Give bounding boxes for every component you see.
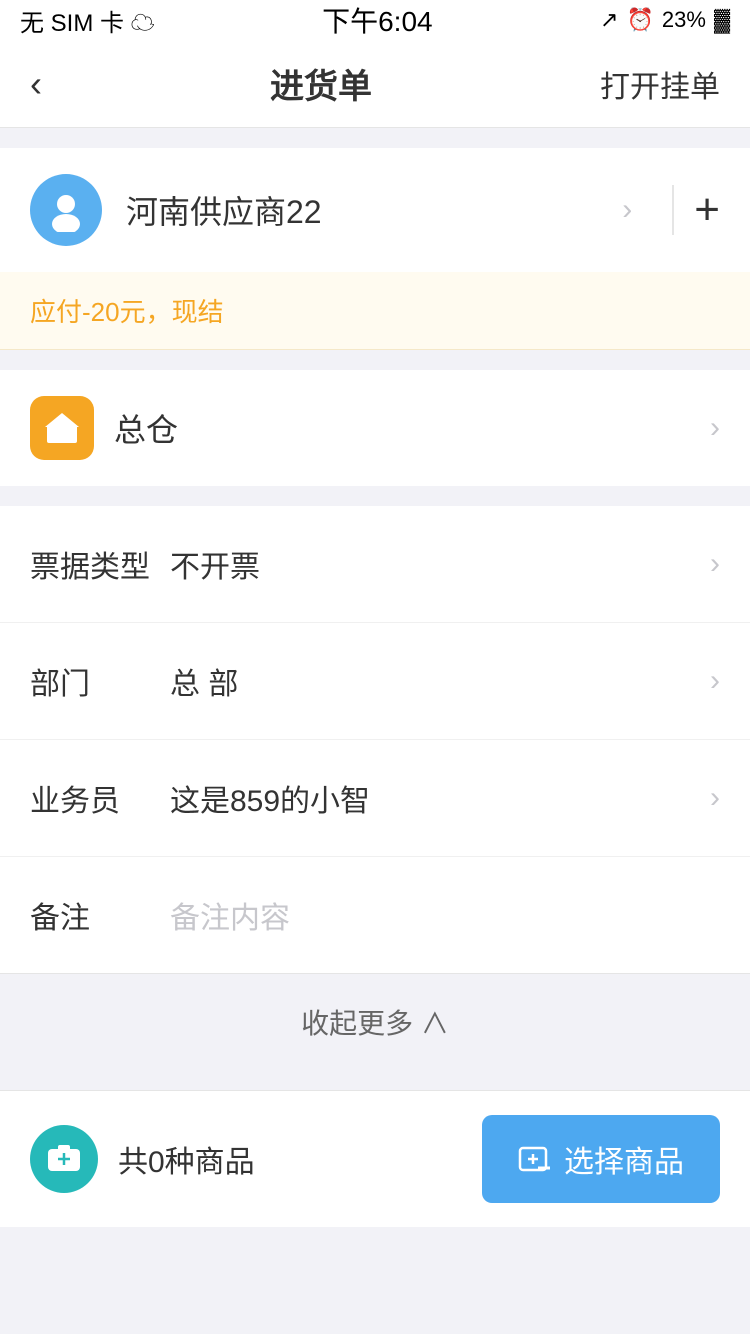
product-icon [30, 1125, 98, 1193]
nav-bar: ‹ 进货单 打开挂单 [0, 40, 750, 128]
remark-label: 备注 [30, 893, 170, 937]
supplier-name: 河南供应商22 [126, 187, 622, 233]
remark-row[interactable]: 备注 备注内容 [0, 857, 750, 973]
supplier-avatar [30, 174, 102, 246]
department-label: 部门 [30, 659, 170, 703]
notice-bar: 应付-20元，现结 [0, 272, 750, 350]
bottom-bar: 共0种商品 选择商品 [0, 1090, 750, 1227]
warehouse-name: 总仓 [114, 405, 710, 451]
invoice-type-label: 票据类型 [30, 542, 170, 586]
status-left: 无 SIM 卡 ☁ [20, 3, 155, 38]
salesperson-value: 这是859的小智 [170, 776, 710, 820]
add-supplier-button[interactable]: + [694, 185, 720, 235]
battery-icon: ▓ [714, 7, 730, 33]
invoice-type-chevron-icon: › [710, 547, 720, 581]
open-pending-button[interactable]: 打开挂单 [600, 62, 720, 106]
department-row[interactable]: 部门 总 部 › [0, 623, 750, 740]
warehouse-section: 总仓 › [0, 370, 750, 486]
department-value: 总 部 [170, 659, 710, 703]
alarm-icon: ⏰ [626, 7, 653, 33]
supplier-row[interactable]: 河南供应商22 › + [0, 148, 750, 272]
salesperson-label: 业务员 [30, 776, 170, 820]
location-icon: ↗ [600, 7, 618, 33]
form-section: 票据类型 不开票 › 部门 总 部 › 业务员 这是859的小智 › 备注 备注… [0, 506, 750, 1070]
page-title: 进货单 [270, 59, 372, 108]
salesperson-chevron-icon: › [710, 781, 720, 815]
sim-label: 无 SIM 卡 ☁ [20, 3, 155, 38]
back-button[interactable]: ‹ [30, 63, 42, 105]
status-bar: 无 SIM 卡 ☁ 下午6:04 ↗ ⏰ 23% ▓ [0, 0, 750, 40]
select-product-button[interactable]: 选择商品 [482, 1115, 720, 1203]
remark-input[interactable]: 备注内容 [170, 893, 720, 937]
product-count: 共0种商品 [118, 1137, 482, 1181]
status-right: ↗ ⏰ 23% ▓ [600, 7, 730, 33]
salesperson-row[interactable]: 业务员 这是859的小智 › [0, 740, 750, 857]
select-product-label: 选择商品 [564, 1137, 684, 1181]
supplier-divider [672, 185, 674, 235]
warehouse-icon [30, 396, 94, 460]
supplier-chevron-icon: › [622, 193, 632, 227]
status-time: 下午6:04 [322, 0, 433, 40]
supplier-section: 河南供应商22 › + 应付-20元，现结 [0, 148, 750, 350]
battery-label: 23% [662, 7, 706, 33]
select-product-icon [518, 1142, 552, 1176]
collapse-button[interactable]: 收起更多 ∧ [0, 973, 750, 1070]
main-content: 河南供应商22 › + 应付-20元，现结 总仓 › 票据类型 不开票 [0, 148, 750, 1227]
invoice-type-row[interactable]: 票据类型 不开票 › [0, 506, 750, 623]
department-chevron-icon: › [710, 664, 720, 698]
warehouse-row[interactable]: 总仓 › [0, 370, 750, 486]
invoice-type-value: 不开票 [170, 542, 710, 586]
warehouse-chevron-icon: › [710, 411, 720, 445]
